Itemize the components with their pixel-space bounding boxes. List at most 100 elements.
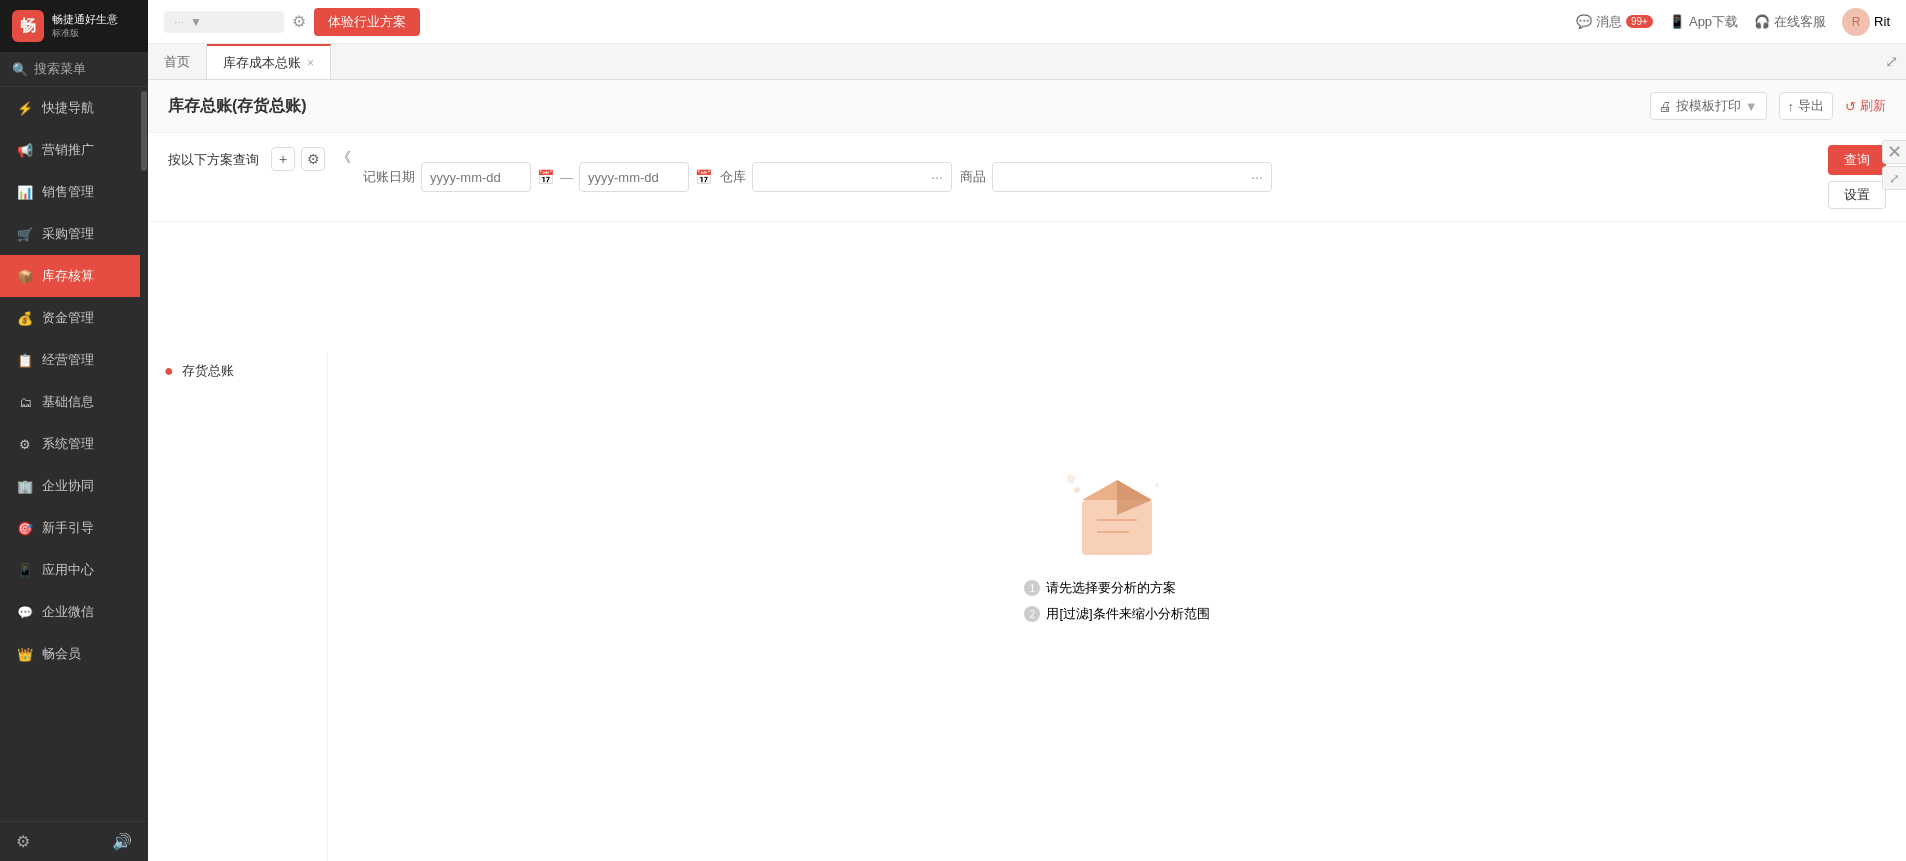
date-label: 记账日期	[363, 168, 415, 186]
headset-icon: 🎧	[1754, 14, 1770, 29]
app-center-icon: 📱	[16, 561, 34, 579]
sidebar-item-label: 企业协同	[42, 477, 94, 495]
industry-btn[interactable]: 体验行业方案	[314, 8, 420, 36]
sidebar-search-label: 搜索菜单	[34, 60, 86, 78]
sidebar-item-label: 销售管理	[42, 183, 94, 201]
filter-label: 按以下方案查询	[168, 145, 259, 169]
sidebar-item-label: 新手引导	[42, 519, 94, 537]
filter-goods-item: 商品 ···	[960, 162, 1272, 192]
logo-title: 畅捷通好生意	[52, 12, 118, 27]
chevron-down-icon[interactable]: ▼	[190, 15, 202, 29]
settings-icon[interactable]: ⚙	[16, 832, 30, 851]
collapse-btn[interactable]: 《	[337, 145, 351, 167]
marketing-icon: 📢	[16, 141, 34, 159]
filter-date-item: 记账日期 📅 — 📅	[363, 162, 712, 192]
hint1-text: 请先选择要分析的方案	[1046, 579, 1176, 597]
sidebar-item-corp[interactable]: 🏢 企业协同	[0, 465, 140, 507]
panel-close-btn[interactable]: ✕	[1882, 140, 1906, 164]
message-icon: 💬	[1576, 14, 1592, 29]
sidebar-item-app-center[interactable]: 📱 应用中心	[0, 549, 140, 591]
page-container: 库存总账(存货总账) 🖨 按模板打印 ▼ ↑ 导出 ↺ 刷新 按以下方案查询	[148, 80, 1906, 861]
sidebar-item-marketing[interactable]: 📢 营销推广	[0, 129, 140, 171]
sidebar-item-label: 营销推广	[42, 141, 94, 159]
quick-nav-icon: ⚡	[16, 99, 34, 117]
sidebar-item-system[interactable]: ⚙ 系统管理	[0, 423, 140, 465]
sidebar-item-sales[interactable]: 📊 销售管理	[0, 171, 140, 213]
sidebar-item-label: 畅会员	[42, 645, 81, 663]
topbar-left: ··· ▼ ⚙ 体验行业方案	[164, 8, 1564, 36]
breadcrumb-text: ···	[174, 15, 184, 29]
scheme-item-inventory[interactable]: ● 存货总账	[148, 352, 327, 390]
filter-actions: + ⚙	[271, 145, 325, 171]
svg-point-5	[1074, 487, 1080, 493]
sidebar-scrollbar-track[interactable]	[140, 87, 148, 821]
scheme-panel: ● 存货总账	[148, 352, 328, 861]
sidebar-item-purchase[interactable]: 🛒 采购管理	[0, 213, 140, 255]
tab-close-icon[interactable]: ×	[307, 56, 314, 70]
sidebar-item-label: 库存核算	[42, 267, 94, 285]
online-service-action[interactable]: 🎧 在线客服	[1754, 13, 1826, 31]
sidebar-item-label: 系统管理	[42, 435, 94, 453]
logo-icon: 畅	[12, 10, 44, 42]
sidebar-item-label: 经营管理	[42, 351, 94, 369]
sidebar-item-finance[interactable]: 💰 资金管理	[0, 297, 140, 339]
sidebar: 畅 畅捷通好生意 标准版 🔍 搜索菜单 ⚡ 快捷导航 📢 营销推广 📊 销售管理	[0, 0, 148, 861]
refresh-btn[interactable]: ↺ 刷新	[1845, 97, 1886, 115]
topbar-right: 💬 消息 99+ 📱 App下载 🎧 在线客服 R Rit	[1576, 8, 1890, 36]
sidebar-item-operation[interactable]: 📋 经营管理	[0, 339, 140, 381]
sidebar-footer: ⚙ 🔊	[0, 821, 148, 861]
empty-hint-2: 2 用[过滤]条件来缩小分析范围	[1024, 605, 1209, 623]
messages-action[interactable]: 💬 消息 99+	[1576, 13, 1653, 31]
expand-icon[interactable]: ⤢	[1885, 52, 1898, 71]
nav-breadcrumb-area: ··· ▼	[164, 11, 284, 33]
sidebar-scrollbar-thumb[interactable]	[141, 91, 147, 171]
user-avatar-area[interactable]: R Rit	[1842, 8, 1890, 36]
tab-home[interactable]: 首页	[148, 44, 207, 79]
sidebar-item-label: 基础信息	[42, 393, 94, 411]
app-download-label: App下载	[1689, 13, 1738, 31]
warehouse-label: 仓库	[720, 168, 746, 186]
goods-select[interactable]: ···	[992, 162, 1272, 192]
empty-hint-1: 1 请先选择要分析的方案	[1024, 579, 1209, 597]
add-scheme-btn[interactable]: +	[271, 147, 295, 171]
right-panel-controls: ✕ ⤢	[1882, 140, 1906, 190]
export-icon: ↑	[1788, 99, 1795, 114]
newbie-icon: 🎯	[16, 519, 34, 537]
audio-icon[interactable]: 🔊	[112, 832, 132, 851]
sidebar-item-corp-wechat[interactable]: 💬 企业微信	[0, 591, 140, 633]
logo-badge: 标准版	[52, 27, 118, 40]
sidebar-item-label: 快捷导航	[42, 99, 94, 117]
sidebar-item-basic[interactable]: 🗂 基础信息	[0, 381, 140, 423]
warehouse-more-icon[interactable]: ···	[931, 169, 943, 185]
sidebar-item-inventory[interactable]: 📦 库存核算	[0, 255, 140, 297]
panel-expand-btn[interactable]: ⤢	[1882, 166, 1906, 190]
settings-btn[interactable]: 设置	[1828, 181, 1886, 209]
export-btn[interactable]: ↑ 导出	[1779, 92, 1834, 120]
sidebar-search[interactable]: 🔍 搜索菜单	[0, 52, 148, 87]
app-download-action[interactable]: 📱 App下载	[1669, 13, 1738, 31]
print-label: 按模板打印	[1676, 97, 1741, 115]
corp-wechat-icon: 💬	[16, 603, 34, 621]
main-content: ··· ▼ ⚙ 体验行业方案 💬 消息 99+ 📱 App下载 🎧 在线客服 R	[148, 0, 1906, 861]
calendar-from-icon[interactable]: 📅	[537, 169, 554, 185]
date-separator: —	[560, 170, 573, 185]
date-to-input[interactable]	[579, 162, 689, 192]
sidebar-item-quick-nav[interactable]: ⚡ 快捷导航	[0, 87, 140, 129]
tab-inventory-ledger[interactable]: 库存成本总账 ×	[207, 44, 331, 79]
tab-active-label: 库存成本总账	[223, 54, 301, 72]
sidebar-item-member[interactable]: 👑 畅会员	[0, 633, 140, 675]
date-from-input[interactable]	[421, 162, 531, 192]
print-btn[interactable]: 🖨 按模板打印 ▼	[1650, 92, 1767, 120]
sidebar-item-newbie[interactable]: 🎯 新手引导	[0, 507, 140, 549]
warehouse-select[interactable]: ···	[752, 162, 952, 192]
messages-label: 消息	[1596, 13, 1622, 31]
avatar: R	[1842, 8, 1870, 36]
step1-num: 1	[1024, 580, 1040, 596]
settings-gear-icon[interactable]: ⚙	[292, 12, 306, 31]
settings-scheme-btn[interactable]: ⚙	[301, 147, 325, 171]
calendar-to-icon[interactable]: 📅	[695, 169, 712, 185]
goods-more-icon[interactable]: ···	[1251, 169, 1263, 185]
page-header: 库存总账(存货总账) 🖨 按模板打印 ▼ ↑ 导出 ↺ 刷新	[148, 80, 1906, 133]
export-label: 导出	[1798, 97, 1824, 115]
query-btn[interactable]: 查询	[1828, 145, 1886, 175]
